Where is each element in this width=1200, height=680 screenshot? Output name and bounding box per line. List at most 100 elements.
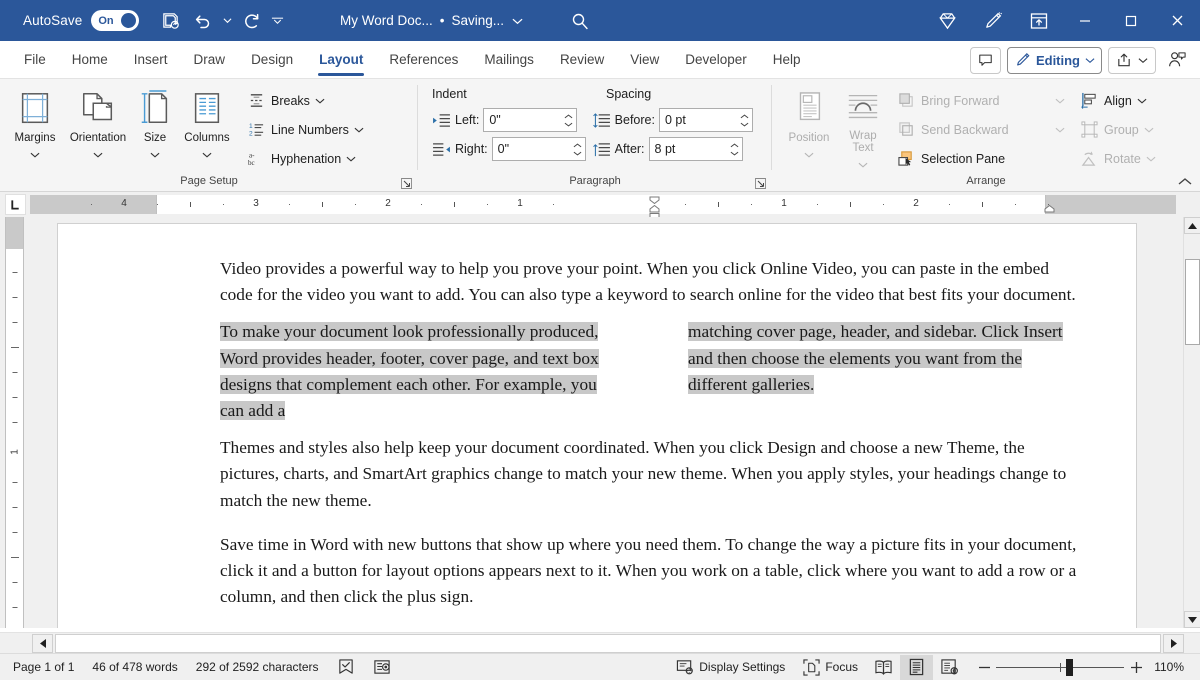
stepper-up-icon[interactable] (573, 143, 582, 148)
scroll-down-icon[interactable] (1184, 611, 1200, 628)
zoom-slider[interactable] (996, 655, 1124, 680)
orientation-chevron-down-icon[interactable] (93, 145, 103, 163)
save-status-label[interactable]: Saving... (452, 13, 505, 28)
ribbon-display-options-icon[interactable] (1016, 0, 1062, 41)
minimize-icon[interactable] (1062, 0, 1108, 41)
breaks-button[interactable]: Breaks (244, 88, 368, 113)
autosave-toggle[interactable]: On (91, 10, 139, 31)
wrap-text-chevron-down-icon[interactable] (858, 155, 868, 173)
indent-left-input[interactable]: 0" (483, 108, 577, 132)
stepper-down-icon[interactable] (740, 122, 749, 127)
margins-button[interactable]: Margins (6, 84, 64, 168)
scroll-right-icon[interactable] (1163, 634, 1184, 653)
tab-view[interactable]: View (617, 41, 672, 79)
position-chevron-down-icon[interactable] (804, 145, 814, 163)
paragraph-dialog-launcher[interactable] (754, 177, 767, 190)
read-mode-button[interactable] (867, 655, 900, 680)
scroll-up-icon[interactable] (1184, 217, 1200, 234)
wrap-text-button[interactable]: Wrap Text (838, 84, 888, 168)
customize-quick-access-toolbar-icon[interactable] (269, 7, 285, 35)
columns-chevron-down-icon[interactable] (202, 145, 212, 163)
editing-mode-button[interactable]: Editing (1007, 47, 1102, 74)
stepper-down-icon[interactable] (573, 151, 582, 156)
comments-button[interactable] (970, 47, 1001, 74)
horizontal-scrollbar[interactable] (0, 632, 1200, 653)
horizontal-ruler[interactable]: 4 3 2 1 1 2 (30, 195, 1176, 214)
indent-right-input[interactable]: 0" (492, 137, 586, 161)
document-menu-chevron-down-icon[interactable] (512, 17, 523, 25)
columns-button[interactable]: Columns (178, 84, 236, 168)
web-layout-button[interactable] (933, 655, 966, 680)
character-count-status[interactable]: 292 of 2592 characters (187, 654, 328, 680)
column-left[interactable]: To make your document look professionall… (220, 319, 610, 424)
word-count-status[interactable]: 46 of 478 words (83, 654, 186, 680)
align-button[interactable]: Align (1077, 88, 1160, 113)
column-right[interactable]: matching cover page, header, and sidebar… (688, 319, 1078, 424)
position-button[interactable]: Position (780, 84, 838, 168)
collapse-ribbon-icon[interactable] (1176, 173, 1194, 189)
page-number-status[interactable]: Page 1 of 1 (4, 654, 83, 680)
bring-forward-button[interactable]: Bring Forward (894, 88, 1069, 113)
tab-file[interactable]: File (11, 41, 59, 79)
paragraph-1[interactable]: Video provides a powerful way to help yo… (220, 256, 1078, 308)
indent-right-stepper[interactable] (573, 138, 582, 160)
page-setup-dialog-launcher[interactable] (400, 177, 413, 190)
stepper-down-icon[interactable] (564, 122, 573, 127)
size-button[interactable]: Size (132, 84, 178, 168)
display-settings-button[interactable]: Display Settings (667, 654, 794, 680)
tab-design[interactable]: Design (238, 41, 306, 79)
right-indent-marker[interactable] (1044, 200, 1055, 218)
paragraph-3[interactable]: Themes and styles also help keep your do… (220, 435, 1078, 514)
horizontal-scrollbar-track[interactable] (55, 634, 1161, 653)
tab-insert[interactable]: Insert (121, 41, 181, 79)
tab-home[interactable]: Home (59, 41, 121, 79)
column-left-text[interactable]: To make your document look professionall… (220, 319, 610, 424)
copilot-diamond-icon[interactable] (924, 0, 970, 41)
close-icon[interactable] (1154, 0, 1200, 41)
save-icon[interactable] (155, 7, 185, 35)
tab-draw[interactable]: Draw (181, 41, 239, 79)
zoom-slider-thumb[interactable] (1066, 659, 1073, 676)
stepper-up-icon[interactable] (564, 114, 573, 119)
share-button[interactable] (1108, 47, 1156, 74)
group-button[interactable]: Group (1077, 117, 1160, 142)
hyphenation-button[interactable]: a-bc Hyphenation (244, 146, 368, 171)
document-page[interactable]: Video provides a powerful way to help yo… (58, 224, 1136, 628)
zoom-out-button[interactable] (972, 655, 996, 680)
stepper-down-icon[interactable] (730, 151, 739, 156)
indent-left-stepper[interactable] (564, 109, 573, 131)
document-text-body[interactable]: Video provides a powerful way to help yo… (220, 256, 1078, 621)
print-layout-button[interactable] (900, 655, 933, 680)
column-right-text[interactable]: matching cover page, header, and sidebar… (688, 319, 1078, 398)
spacing-after-input[interactable]: 8 pt (649, 137, 743, 161)
stepper-up-icon[interactable] (730, 143, 739, 148)
orientation-button[interactable]: Orientation (64, 84, 132, 168)
focus-mode-button[interactable]: Focus (794, 654, 867, 680)
proofing-errors-button[interactable] (328, 654, 364, 680)
tab-review[interactable]: Review (547, 41, 617, 79)
vertical-scrollbar[interactable] (1183, 217, 1200, 628)
search-button[interactable] (570, 0, 590, 41)
maximize-icon[interactable] (1108, 0, 1154, 41)
page-scroll-area[interactable]: Video provides a powerful way to help yo… (30, 217, 1200, 628)
pen-icon[interactable] (970, 0, 1016, 41)
redo-icon[interactable] (237, 7, 267, 35)
tab-references[interactable]: References (376, 41, 471, 79)
undo-dropdown-chevron-down-icon[interactable] (219, 7, 235, 35)
vertical-scrollbar-thumb[interactable] (1185, 259, 1200, 345)
size-chevron-down-icon[interactable] (150, 145, 160, 163)
scroll-left-icon[interactable] (32, 634, 53, 653)
send-backward-button[interactable]: Send Backward (894, 117, 1069, 142)
zoom-level-label[interactable]: 110% (1148, 660, 1194, 674)
selection-pane-button[interactable]: Selection Pane (894, 146, 1069, 171)
spacing-before-stepper[interactable] (740, 109, 749, 131)
tab-developer[interactable]: Developer (672, 41, 760, 79)
collaborator-person-icon[interactable] (1162, 45, 1192, 75)
spacing-before-input[interactable]: 0 pt (659, 108, 753, 132)
tab-help[interactable]: Help (760, 41, 814, 79)
spacing-after-stepper[interactable] (730, 138, 739, 160)
rotate-button[interactable]: Rotate (1077, 146, 1160, 171)
tab-layout[interactable]: Layout (306, 41, 376, 79)
line-numbers-button[interactable]: 12 Line Numbers (244, 117, 368, 142)
tab-mailings[interactable]: Mailings (471, 41, 547, 79)
